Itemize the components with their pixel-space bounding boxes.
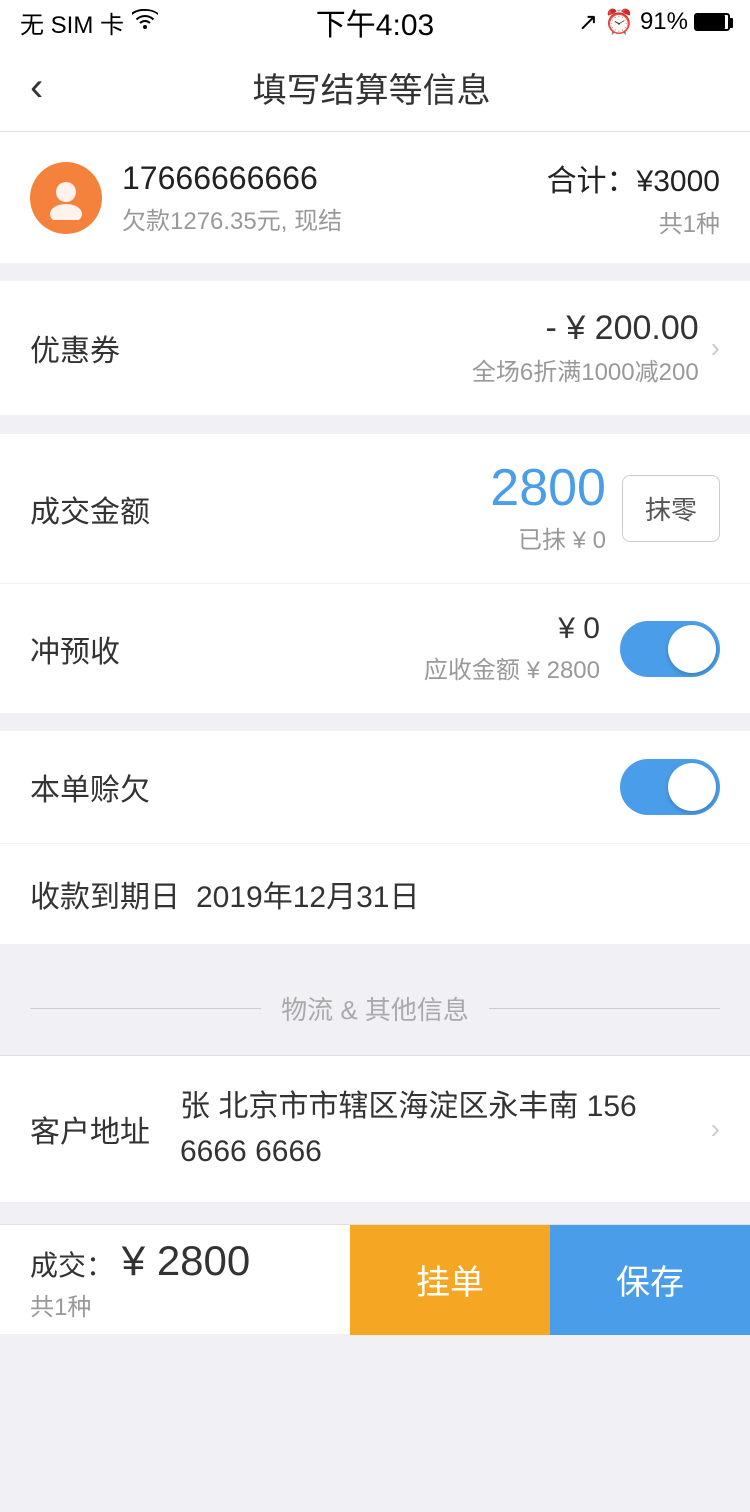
logistics-title: 物流 & 其他信息 (261, 990, 489, 1027)
debt-row: 本单赊欠 (0, 731, 750, 843)
prepay-amount: ¥ 0 (558, 612, 600, 646)
status-left: 无 SIM 卡 (20, 5, 158, 40)
chevron-right-icon: › (711, 332, 720, 364)
bottom-summary: 成交： ¥ 2800 共1种 (0, 1237, 350, 1322)
prepay-label: 冲预收 (30, 627, 424, 671)
coupon-row[interactable]: 优惠券 - ¥ 200.00 全场6折满1000减200 › (0, 281, 750, 416)
battery-icon (694, 13, 730, 31)
divider-3 (0, 713, 750, 731)
prepay-row: 冲预收 ¥ 0 应收金额 ¥ 2800 (0, 584, 750, 713)
avatar (30, 162, 102, 234)
prepay-receivable: 应收金额 ¥ 2800 (424, 650, 600, 685)
location-icon: ↗ (578, 8, 598, 37)
bottom-spacer (0, 1402, 750, 1512)
battery-text: 91% (640, 8, 688, 36)
due-date-value: 2019年12月31日 (196, 872, 419, 916)
bottom-count: 共1种 (30, 1287, 320, 1322)
user-info: 17666666666 欠款1276.35元, 现结 (122, 160, 547, 236)
prepay-toggle[interactable] (620, 621, 720, 677)
address-value: 张 北京市市辖区海淀区永丰南 156 6666 6666 (180, 1084, 699, 1174)
total-amount: 合计：¥3000 (547, 156, 720, 200)
deal-amount-value: 2800 (490, 462, 606, 514)
user-debt: 欠款1276.35元, 现结 (122, 201, 547, 236)
debt-label: 本单赊欠 (30, 765, 620, 809)
status-right: ↗ ⏰ 91% (578, 8, 730, 37)
logistics-line-left (30, 1008, 261, 1009)
coupon-right: - ¥ 200.00 全场6折满1000减200 (472, 309, 699, 387)
coupon-desc: 全场6折满1000减200 (472, 352, 699, 387)
page-title: 填写结算等信息 (63, 63, 680, 112)
save-button[interactable]: 保存 (550, 1225, 750, 1335)
bottom-deal-label: 成交： (30, 1250, 114, 1281)
divider-1 (0, 263, 750, 281)
divider-2 (0, 416, 750, 434)
hold-order-button[interactable]: 挂单 (350, 1225, 550, 1335)
coupon-amount: - ¥ 200.00 (546, 309, 699, 348)
bottom-bar: 成交： ¥ 2800 共1种 挂单 保存 (0, 1224, 750, 1334)
due-date-row: 收款到期日 2019年12月31日 (0, 844, 750, 944)
wifi-icon (132, 8, 158, 36)
deal-right: 2800 已抹 ¥ 0 (490, 462, 606, 555)
status-bar: 无 SIM 卡 下午4:03 ↗ ⏰ 91% (0, 0, 750, 44)
no-sim-text: 无 SIM 卡 (20, 5, 124, 40)
bottom-deal-amount: ¥ 2800 (122, 1237, 250, 1284)
status-time: 下午4:03 (316, 0, 434, 44)
deal-deducted: 已抹 ¥ 0 (518, 520, 606, 555)
logistics-header: 物流 & 其他信息 (0, 962, 750, 1055)
user-total: 合计：¥3000 共1种 (547, 156, 720, 239)
bottom-deal-line: 成交： ¥ 2800 (30, 1237, 320, 1285)
nav-bar: ‹ 填写结算等信息 (0, 44, 750, 132)
back-button[interactable]: ‹ (30, 65, 43, 110)
due-date-label: 收款到期日 (30, 872, 180, 916)
prepay-right: ¥ 0 应收金额 ¥ 2800 (424, 612, 600, 685)
alarm-icon: ⏰ (604, 8, 634, 37)
address-row[interactable]: 客户地址 张 北京市市辖区海淀区永丰南 156 6666 6666 › (0, 1056, 750, 1202)
deal-label: 成交金额 (30, 487, 490, 531)
user-card: 17666666666 欠款1276.35元, 现结 合计：¥3000 共1种 (0, 132, 750, 263)
debt-toggle[interactable] (620, 759, 720, 815)
toggle-knob (668, 625, 716, 673)
logistics-line-right (489, 1008, 720, 1009)
debt-toggle-knob (668, 763, 716, 811)
coupon-label: 优惠券 (30, 326, 472, 370)
divider-4 (0, 944, 750, 962)
user-phone: 17666666666 (122, 160, 547, 197)
total-count: 共1种 (547, 204, 720, 239)
round-zero-button[interactable]: 抹零 (622, 475, 720, 542)
address-chevron-icon: › (711, 1113, 720, 1145)
deal-amount-row: 成交金额 2800 已抹 ¥ 0 抹零 (0, 434, 750, 584)
address-label: 客户地址 (30, 1107, 150, 1151)
